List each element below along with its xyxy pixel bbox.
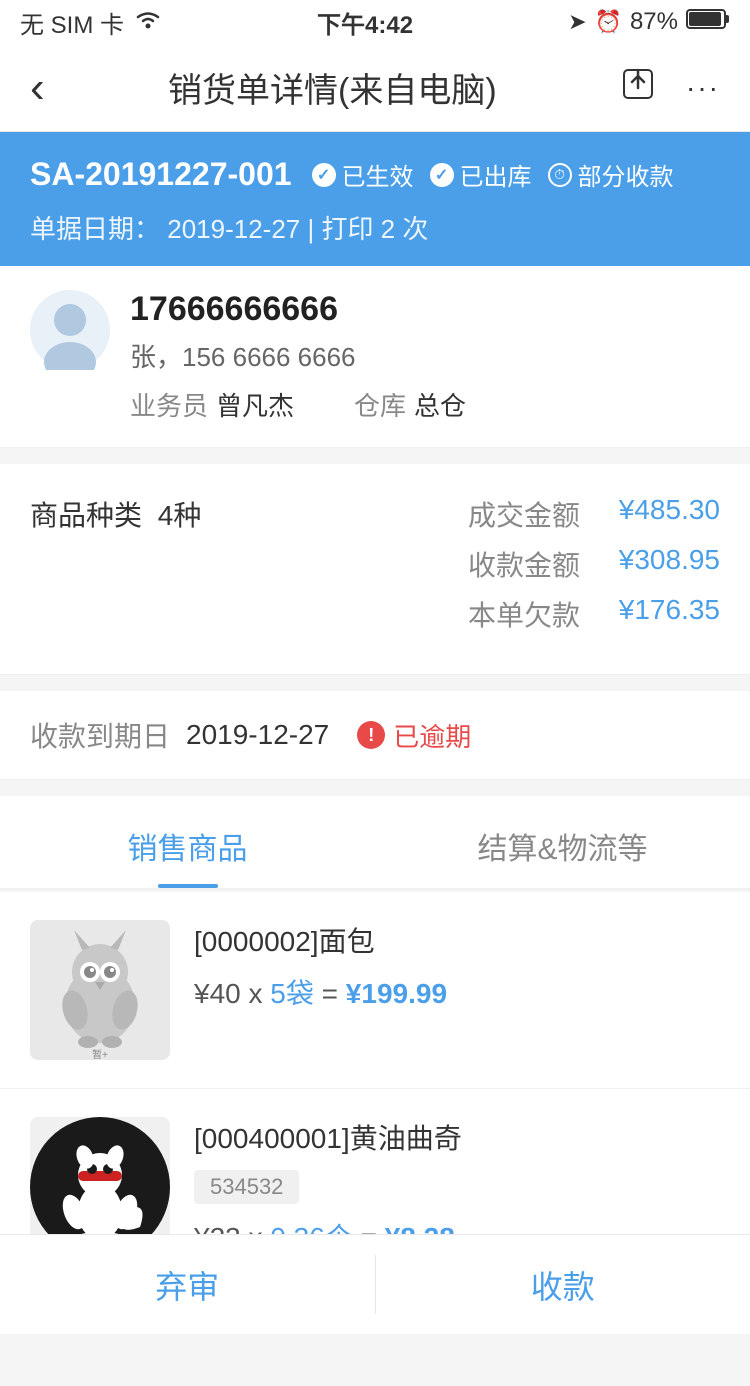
location-icon: ➤ — [568, 9, 586, 35]
carrier-text: 无 SIM 卡 — [20, 5, 124, 40]
clock-icon: ⏱ — [548, 163, 572, 187]
badge-effective-label: 已生效 — [342, 157, 414, 192]
product-price-1: ¥40 x 5袋 = ¥199.99 — [194, 972, 720, 1012]
collect-label: 收款 — [531, 1262, 595, 1308]
summary-section: 商品种类 4种 成交金额 ¥485.30 收款金额 ¥308.95 本单欠款 ¥… — [0, 464, 750, 675]
receipt-label: 收款金额 — [468, 544, 580, 584]
product-info-1: [0000002]面包 ¥40 x 5袋 = ¥199.99 — [194, 920, 720, 1012]
price-unit-1: ¥40 — [194, 978, 241, 1009]
badge-shipped-label: 已出库 — [460, 157, 532, 192]
more-icon[interactable]: ··· — [686, 72, 720, 104]
warehouse-value: 总仓 — [414, 386, 466, 423]
tab-active-indicator — [158, 884, 218, 888]
debt-amount-row: 本单欠款 ¥176.35 — [468, 594, 720, 634]
tabs-row: 销售商品 结算&物流等 — [0, 796, 750, 888]
salesman-info: 业务员 曾凡杰 — [130, 386, 294, 423]
status-time: 下午4:42 — [317, 5, 413, 40]
customer-section: 17666666666 张，156 6666 6666 业务员 曾凡杰 仓库 总… — [0, 266, 750, 448]
product-name-2: [000400001]黄油曲奇 — [194, 1117, 720, 1157]
tab-settlement[interactable]: 结算&物流等 — [375, 796, 750, 888]
order-print-info: | 打印 2 次 — [307, 214, 428, 244]
amounts: 成交金额 ¥485.30 收款金额 ¥308.95 本单欠款 ¥176.35 — [468, 494, 720, 644]
trade-amount-row: 成交金额 ¥485.30 — [468, 494, 720, 534]
order-id: SA-20191227-001 — [30, 156, 292, 193]
content-area: SA-20191227-001 ✓ 已生效 ✓ 已出库 ⏱ 部分收款 单据日期：… — [0, 132, 750, 1386]
customer-meta: 业务员 曾凡杰 仓库 总仓 — [130, 386, 720, 423]
product-batch-2: 534532 — [194, 1170, 299, 1204]
due-label: 收款到期日 — [30, 715, 170, 755]
battery-icon — [686, 8, 730, 37]
collect-button[interactable]: 收款 — [376, 1235, 750, 1334]
overdue-text: 已逾期 — [393, 717, 471, 754]
order-date-row: 单据日期： 2019-12-27 | 打印 2 次 — [30, 209, 720, 246]
svg-text:暂+: 暂+ — [92, 1049, 108, 1060]
trade-label: 成交金额 — [468, 494, 580, 534]
price-x-1: x — [249, 978, 271, 1009]
price-total-1: ¥199.99 — [346, 978, 447, 1009]
salesman-value: 曾凡杰 — [216, 386, 294, 423]
badge-partial: ⏱ 部分收款 — [548, 157, 674, 192]
debt-label: 本单欠款 — [468, 594, 580, 634]
wifi-icon — [134, 8, 162, 36]
tab-settlement-label: 结算&物流等 — [477, 833, 647, 866]
nav-actions: ··· — [620, 66, 720, 109]
status-indicators: ➤ ⏰ 87% — [568, 8, 730, 37]
product-list: 暂+ [0000002]面包 ¥40 x 5袋 = ¥199.99 — [0, 892, 750, 1286]
order-date-label: 单据日期： — [30, 214, 160, 244]
customer-phone-name: 17666666666 — [130, 290, 720, 329]
battery-text: 87% — [630, 8, 678, 36]
due-date-section: 收款到期日 2019-12-27 ! 已逾期 — [0, 691, 750, 780]
share-icon[interactable] — [620, 66, 656, 109]
reject-label: 弃审 — [155, 1262, 219, 1308]
order-header: SA-20191227-001 ✓ 已生效 ✓ 已出库 ⏱ 部分收款 单据日期：… — [0, 132, 750, 266]
product-image-1: 暂+ — [30, 920, 170, 1060]
nav-bar: ‹ 销货单详情(来自电脑) ··· — [0, 44, 750, 132]
status-carrier: 无 SIM 卡 — [20, 5, 162, 40]
check-icon: ✓ — [312, 163, 336, 187]
reject-button[interactable]: 弃审 — [0, 1235, 375, 1334]
avatar — [30, 290, 110, 370]
category-info: 商品种类 4种 — [30, 494, 201, 534]
tab-sales-label: 销售商品 — [128, 833, 248, 866]
price-qty-1: 5袋 — [270, 978, 314, 1009]
alarm-icon: ⏰ — [595, 9, 622, 35]
product-name-1: [0000002]面包 — [194, 920, 720, 960]
debt-value: ¥176.35 — [600, 594, 720, 634]
badge-shipped: ✓ 已出库 — [430, 157, 532, 192]
receipt-amount-row: 收款金额 ¥308.95 — [468, 544, 720, 584]
price-eq-1: = — [322, 978, 346, 1009]
due-date-value: 2019-12-27 — [186, 719, 329, 751]
check-icon-2: ✓ — [430, 163, 454, 187]
customer-full-name: 张，156 6666 6666 — [130, 337, 720, 374]
tab-sales-products[interactable]: 销售商品 — [0, 796, 375, 888]
list-item: 暂+ [0000002]面包 ¥40 x 5袋 = ¥199.99 — [0, 892, 750, 1089]
salesman-label: 业务员 — [130, 386, 208, 423]
warehouse-info: 仓库 总仓 — [354, 386, 466, 423]
category-label: 商品种类 — [30, 500, 142, 531]
order-badges: ✓ 已生效 ✓ 已出库 ⏱ 部分收款 — [312, 157, 674, 192]
overdue-badge: ! 已逾期 — [357, 717, 471, 754]
tabs-section: 销售商品 结算&物流等 — [0, 796, 750, 890]
back-button[interactable]: ‹ — [30, 63, 45, 113]
bottom-bar: 弃审 收款 — [0, 1234, 750, 1334]
customer-info: 17666666666 张，156 6666 6666 业务员 曾凡杰 仓库 总… — [130, 290, 720, 423]
warehouse-label: 仓库 — [354, 386, 406, 423]
status-bar: 无 SIM 卡 下午4:42 ➤ ⏰ 87% — [0, 0, 750, 44]
category-count: 4种 — [158, 500, 202, 531]
trade-value: ¥485.30 — [600, 494, 720, 534]
order-header-top: SA-20191227-001 ✓ 已生效 ✓ 已出库 ⏱ 部分收款 — [30, 156, 720, 193]
badge-partial-label: 部分收款 — [578, 157, 674, 192]
order-date-value: 2019-12-27 — [167, 214, 300, 244]
badge-effective: ✓ 已生效 — [312, 157, 414, 192]
page-title: 销货单详情(来自电脑) — [168, 63, 497, 112]
overdue-icon: ! — [357, 721, 385, 749]
summary-row: 商品种类 4种 成交金额 ¥485.30 收款金额 ¥308.95 本单欠款 ¥… — [30, 494, 720, 644]
receipt-value: ¥308.95 — [600, 544, 720, 584]
